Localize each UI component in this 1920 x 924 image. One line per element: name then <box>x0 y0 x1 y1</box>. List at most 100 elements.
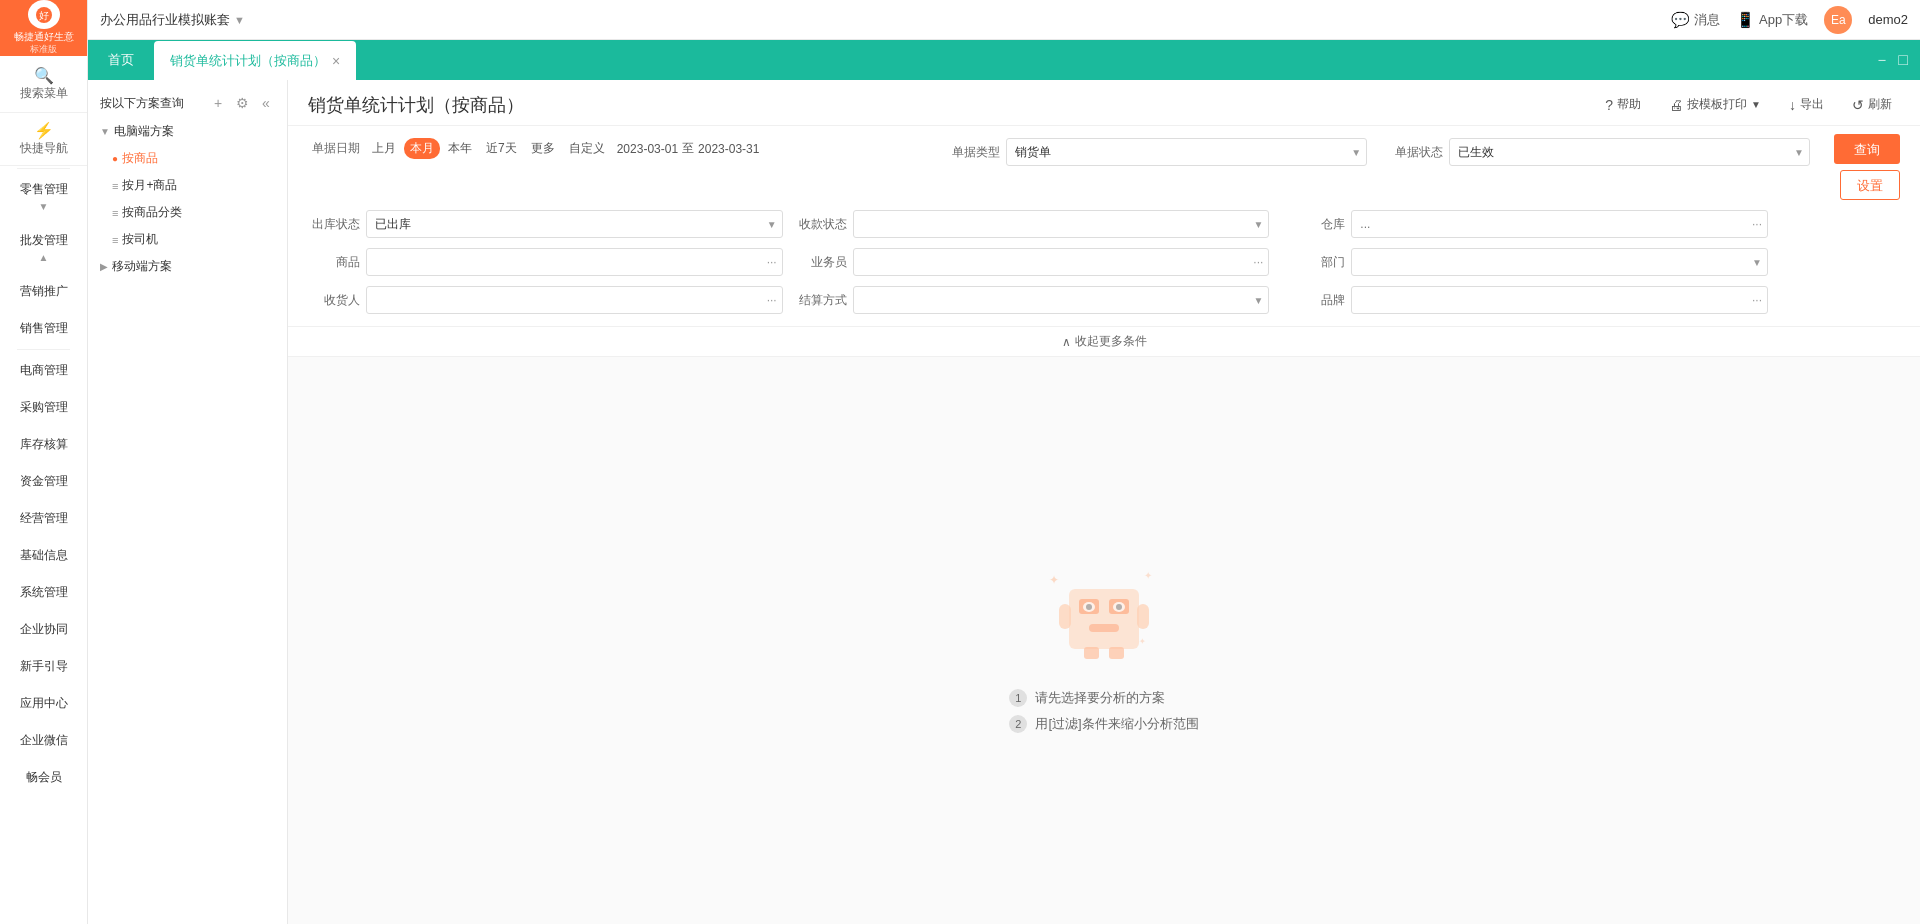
stock-out-select[interactable]: 已出库 <box>366 210 783 238</box>
settings-button[interactable]: 设置 <box>1840 170 1900 200</box>
goods-dots[interactable]: ··· <box>767 255 777 269</box>
date-last-month-btn[interactable]: 上月 <box>366 138 402 159</box>
settle-control: ▼ <box>853 286 1270 314</box>
doc-type-select[interactable]: 销货单 <box>1006 138 1367 166</box>
collapse-bar[interactable]: ∧ 收起更多条件 <box>288 327 1920 357</box>
refresh-btn[interactable]: ↺ 刷新 <box>1844 92 1900 117</box>
mobile-group-label: 移动端方案 <box>112 258 172 275</box>
workspace-arrow: ▼ <box>234 14 245 26</box>
collect-input[interactable] <box>853 210 1270 238</box>
sidebar-item-wholesale[interactable]: 批发管理 ▲ <box>0 222 87 273</box>
dept-select[interactable] <box>1351 248 1768 276</box>
sidebar-item-ecommerce[interactable]: 电商管理 <box>0 352 87 389</box>
tab-home-label: 首页 <box>108 51 134 69</box>
staff-dots[interactable]: ··· <box>1253 255 1263 269</box>
query-button[interactable]: 查询 <box>1834 134 1900 164</box>
brand-input[interactable] <box>1351 286 1768 314</box>
goods-label: 商品 <box>308 254 360 271</box>
sidebar-item-marketing[interactable]: 营销推广 <box>0 273 87 310</box>
app-download-action[interactable]: 📱 App下载 <box>1736 11 1808 29</box>
sidebar-item-enterprise[interactable]: 企业协同 <box>0 611 87 648</box>
date-to: 2023-03-31 <box>698 142 759 156</box>
sidebar-search[interactable]: 🔍 搜索菜单 <box>0 56 87 113</box>
warehouse-dots[interactable]: ··· <box>1752 217 1762 231</box>
warehouse-input[interactable] <box>1351 210 1768 238</box>
stock-out-control: 已出库 ▼ <box>366 210 783 238</box>
date-more-btn[interactable]: 更多 <box>525 138 561 159</box>
goods-control: ··· <box>366 248 783 276</box>
tree-item-by-driver[interactable]: ≡ 按司机 <box>88 226 287 253</box>
brand-dots[interactable]: ··· <box>1752 293 1762 307</box>
main-area: 办公用品行业模拟账套 ▼ 💬 消息 📱 App下载 Ea demo2 首页 销货… <box>88 0 1920 924</box>
svg-rect-8 <box>1084 647 1099 659</box>
receiver-input[interactable] <box>366 286 783 314</box>
doc-status-select[interactable]: 已生效 <box>1449 138 1810 166</box>
app-sublabel: 标准版 <box>30 43 57 56</box>
appcenter-label: 应用中心 <box>20 695 68 712</box>
sidebar-item-appcenter[interactable]: 应用中心 <box>0 685 87 722</box>
help-btn[interactable]: ? 帮助 <box>1597 92 1649 117</box>
workspace-selector[interactable]: 办公用品行业模拟账套 ▼ <box>100 11 245 29</box>
help-icon: ? <box>1605 97 1613 113</box>
staff-label: 业务员 <box>795 254 847 271</box>
page-title: 销货单统计计划（按商品） <box>308 93 524 117</box>
sidebar-item-retail[interactable]: 零售管理 ▼ <box>0 171 87 222</box>
setting-scheme-icon[interactable]: ⚙ <box>233 94 251 112</box>
sidebar-item-inventory[interactable]: 库存核算 <box>0 426 87 463</box>
settle-select[interactable] <box>853 286 1270 314</box>
sidebar-item-newbie[interactable]: 新手引导 <box>0 648 87 685</box>
add-scheme-icon[interactable]: + <box>209 94 227 112</box>
tree-item-by-month-goods[interactable]: ≡ 按月+商品 <box>88 172 287 199</box>
username-label[interactable]: demo2 <box>1868 12 1908 27</box>
search-menu-label: 搜索菜单 <box>0 85 87 102</box>
right-content: 销货单统计计划（按商品） ? 帮助 🖨 按模板打印 ▼ ↓ 导出 <box>288 80 1920 924</box>
sidebar-item-vip[interactable]: 畅会员 <box>0 759 87 796</box>
collapse-panel-icon[interactable]: « <box>257 94 275 112</box>
tab-active[interactable]: 销货单统计计划（按商品） × <box>154 41 356 81</box>
tree-item-by-goods[interactable]: ● 按商品 <box>88 145 287 172</box>
tip-num-1: 1 <box>1009 689 1027 707</box>
tree-group-pc[interactable]: ▼ 电脑端方案 <box>88 118 287 145</box>
refresh-icon: ↺ <box>1852 97 1864 113</box>
receiver-dots[interactable]: ··· <box>767 293 777 307</box>
minimize-btn[interactable]: － <box>1874 50 1890 71</box>
pc-group-toggle: ▼ <box>100 126 110 137</box>
sidebar-item-basic[interactable]: 基础信息 <box>0 537 87 574</box>
tab-close-icon[interactable]: × <box>332 54 340 68</box>
app-logo[interactable]: 好 畅捷通好生意 标准版 <box>0 0 88 56</box>
date-this-year-btn[interactable]: 本年 <box>442 138 478 159</box>
export-btn[interactable]: ↓ 导出 <box>1781 92 1832 117</box>
sidebar-quick-nav[interactable]: ⚡ 快捷导航 <box>0 113 87 166</box>
sidebar-item-system[interactable]: 系统管理 <box>0 574 87 611</box>
content-area: 按以下方案查询 + ⚙ « ▼ 电脑端方案 ● 按商品 ≡ 按月+商品 <box>88 80 1920 924</box>
goods-input[interactable] <box>366 248 783 276</box>
staff-input[interactable] <box>853 248 1270 276</box>
empty-tip-1: 1 请先选择要分析的方案 <box>1009 689 1198 707</box>
tabbar: 首页 销货单统计计划（按商品） × － □ <box>88 40 1920 80</box>
empty-tips: 1 请先选择要分析的方案 2 用[过滤]条件来缩小分析范围 <box>1009 689 1198 733</box>
message-action[interactable]: 💬 消息 <box>1671 11 1720 29</box>
print-btn[interactable]: 🖨 按模板打印 ▼ <box>1661 92 1769 117</box>
by-month-goods-label: 按月+商品 <box>122 177 177 194</box>
export-label: 导出 <box>1800 96 1824 113</box>
by-category-label: 按商品分类 <box>122 204 182 221</box>
tab-home[interactable]: 首页 <box>88 40 154 80</box>
date-custom-btn[interactable]: 自定义 <box>563 138 611 159</box>
sidebar-item-purchase[interactable]: 采购管理 <box>0 389 87 426</box>
user-avatar[interactable]: Ea <box>1824 6 1852 34</box>
operation-label: 经营管理 <box>20 510 68 527</box>
sidebar-item-operation[interactable]: 经营管理 <box>0 500 87 537</box>
svg-rect-7 <box>1137 604 1149 629</box>
retail-label: 零售管理 <box>20 181 68 198</box>
sidebar-item-corpwechat[interactable]: 企业微信 <box>0 722 87 759</box>
newbie-label: 新手引导 <box>20 658 68 675</box>
sidebar-item-sales[interactable]: 销售管理 <box>0 310 87 347</box>
date-7days-btn[interactable]: 近7天 <box>480 138 523 159</box>
maximize-btn[interactable]: □ <box>1898 51 1908 69</box>
date-this-month-btn[interactable]: 本月 <box>404 138 440 159</box>
date-separator: 至 <box>682 140 694 157</box>
warehouse-control: ··· <box>1351 210 1768 238</box>
tree-item-by-category[interactable]: ≡ 按商品分类 <box>88 199 287 226</box>
sidebar-item-finance[interactable]: 资金管理 <box>0 463 87 500</box>
tree-group-mobile[interactable]: ▶ 移动端方案 <box>88 253 287 280</box>
